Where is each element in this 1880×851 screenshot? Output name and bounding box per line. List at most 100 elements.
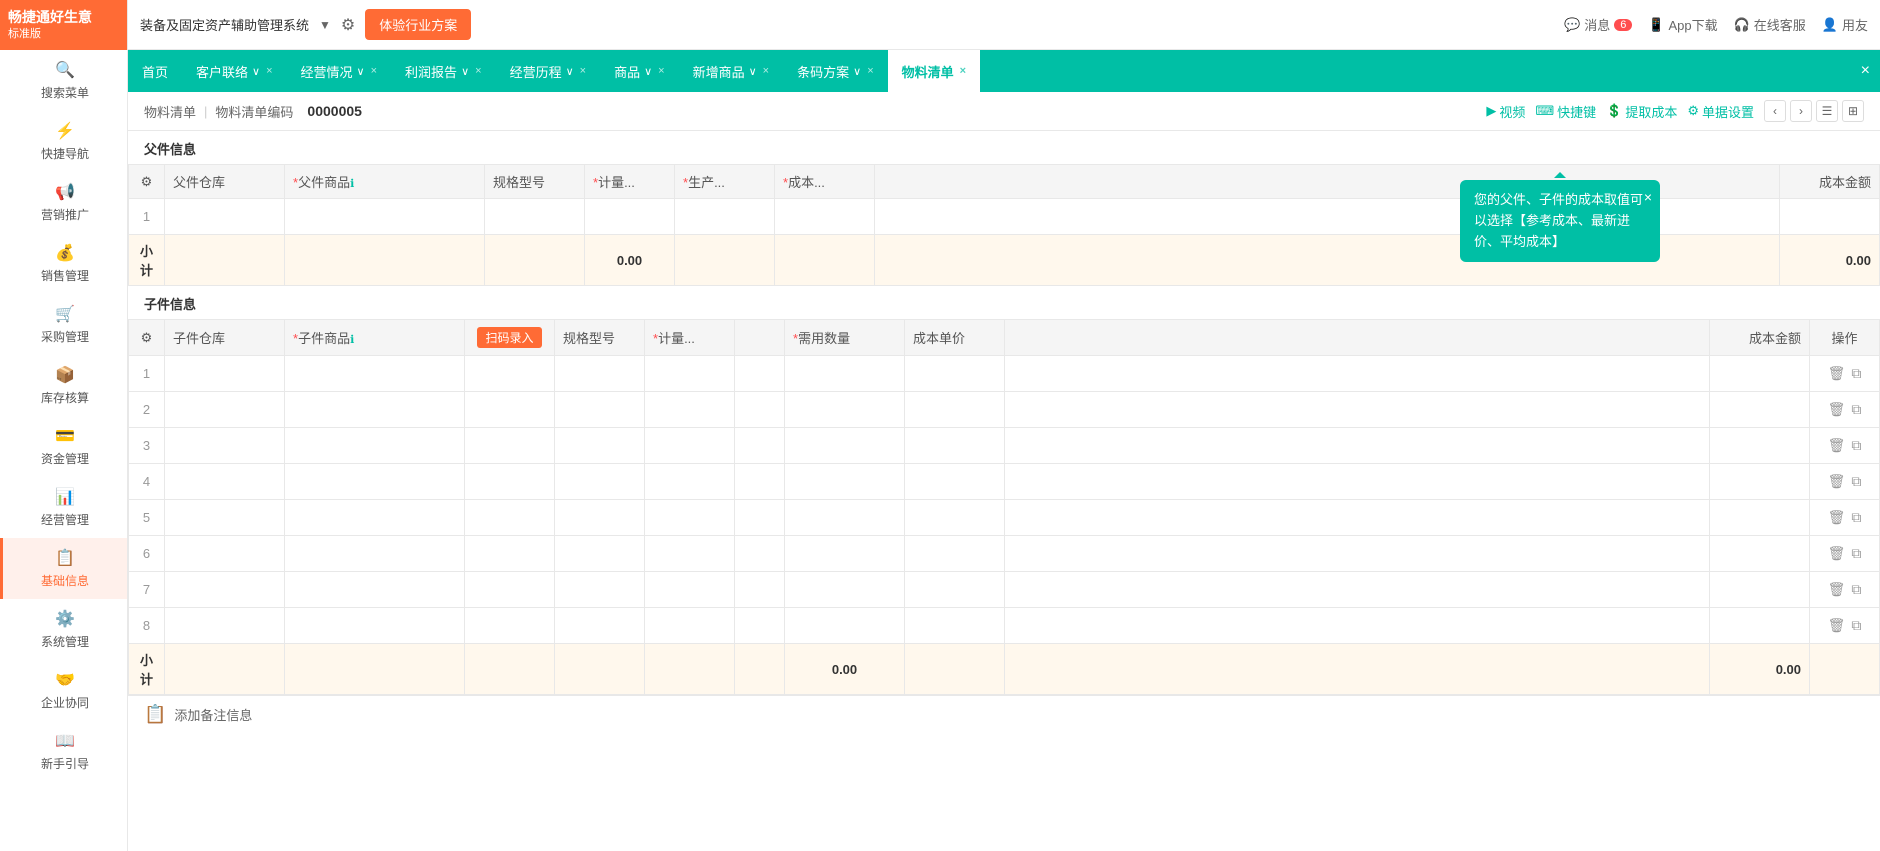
tab-close-barcode[interactable]: ×: [867, 65, 873, 77]
sidebar-item-sales[interactable]: 💰销售管理: [0, 233, 127, 294]
tab-arrow-customer[interactable]: ∨: [252, 65, 260, 78]
delete-icon-2[interactable]: 🗑: [1828, 401, 1846, 418]
child-cell-unit-7[interactable]: [645, 572, 735, 608]
sidebar-item-guide[interactable]: 📖新手引导: [0, 721, 127, 782]
sidebar-item-purchase[interactable]: 🛒采购管理: [0, 294, 127, 355]
tab-operations[interactable]: 经营情况∨×: [287, 50, 392, 92]
sidebar-item-search[interactable]: 🔍搜索菜单: [0, 50, 127, 111]
prev-arrow[interactable]: ‹: [1764, 100, 1786, 122]
delete-icon-1[interactable]: 🗑: [1828, 365, 1846, 382]
child-cell-qty-4[interactable]: [785, 464, 905, 500]
delete-icon-8[interactable]: 🗑: [1828, 617, 1846, 634]
child-cell-warehouse-2[interactable]: [165, 392, 285, 428]
tab-arrow-operations[interactable]: ∨: [357, 65, 365, 78]
child-cell-qty-1[interactable]: [785, 356, 905, 392]
child-cell-warehouse-5[interactable]: [165, 500, 285, 536]
tab-close-operations[interactable]: ×: [371, 65, 377, 77]
sidebar-item-inventory[interactable]: 📦库存核算: [0, 355, 127, 416]
cost-action[interactable]: 💲 提取成本: [1606, 102, 1677, 121]
child-cell-qty-6[interactable]: [785, 536, 905, 572]
shortcut-action[interactable]: ⌨ 快捷键: [1535, 102, 1596, 121]
child-cell-unit-cost-4[interactable]: [905, 464, 1005, 500]
copy-icon-2[interactable]: ⧉: [1851, 401, 1861, 418]
note-label[interactable]: 添加备注信息: [174, 705, 252, 724]
parent-cell-produce-1[interactable]: [675, 199, 775, 235]
child-cell-goods-3[interactable]: [285, 428, 465, 464]
sidebar-item-system[interactable]: ⚙️系统管理: [0, 599, 127, 660]
tab-goods[interactable]: 商品∨×: [600, 50, 679, 92]
child-cell-goods-5[interactable]: [285, 500, 465, 536]
child-cell-unit-2[interactable]: [645, 392, 735, 428]
child-cell-unit-3[interactable]: [645, 428, 735, 464]
parent-cell-unit-1[interactable]: [585, 199, 675, 235]
child-cell-unit-8[interactable]: [645, 608, 735, 644]
child-cell-qty-7[interactable]: [785, 572, 905, 608]
copy-icon-4[interactable]: ⧉: [1851, 473, 1861, 490]
copy-icon-8[interactable]: ⧉: [1851, 617, 1861, 634]
child-cell-unit-cost-2[interactable]: [905, 392, 1005, 428]
child-cell-goods-1[interactable]: [285, 356, 465, 392]
child-cell-scan-4[interactable]: [465, 464, 555, 500]
child-cell-unit-cost-7[interactable]: [905, 572, 1005, 608]
settings-icon[interactable]: ⚙: [141, 174, 153, 189]
child-cell-unit-6[interactable]: [645, 536, 735, 572]
tab-close-profit[interactable]: ×: [475, 65, 481, 77]
tooltip-close-btn[interactable]: ×: [1644, 186, 1652, 208]
child-cell-unit-cost-5[interactable]: [905, 500, 1005, 536]
delete-icon-5[interactable]: 🗑: [1828, 509, 1846, 526]
child-cell-goods-6[interactable]: [285, 536, 465, 572]
child-cell-warehouse-4[interactable]: [165, 464, 285, 500]
video-action[interactable]: ▶ 视频: [1486, 102, 1525, 121]
child-cell-scan-8[interactable]: [465, 608, 555, 644]
parent-cell-cost-1[interactable]: [775, 199, 875, 235]
child-cell-warehouse-8[interactable]: [165, 608, 285, 644]
tab-arrow-profit[interactable]: ∨: [461, 65, 469, 78]
child-cell-scan-1[interactable]: [465, 356, 555, 392]
delete-icon-3[interactable]: 🗑: [1828, 437, 1846, 454]
gear-icon[interactable]: ⚙: [341, 15, 355, 35]
parent-cell-spec-1[interactable]: [485, 199, 585, 235]
child-cell-spec-7[interactable]: [555, 572, 645, 608]
child-cell-spec-6[interactable]: [555, 536, 645, 572]
child-cell-unit-cost-6[interactable]: [905, 536, 1005, 572]
tab-customer[interactable]: 客户联络∨×: [182, 50, 287, 92]
tab-barcode[interactable]: 条码方案∨×: [783, 50, 888, 92]
scan-button[interactable]: 扫码录入: [477, 327, 541, 348]
copy-icon-7[interactable]: ⧉: [1851, 581, 1861, 598]
parent-cell-warehouse-1[interactable]: [165, 199, 285, 235]
tab-arrow-barcode[interactable]: ∨: [853, 65, 861, 78]
tab-arrow-new-goods[interactable]: ∨: [749, 65, 757, 78]
delete-icon-4[interactable]: 🗑: [1828, 473, 1846, 490]
child-cell-goods-8[interactable]: [285, 608, 465, 644]
copy-icon-1[interactable]: ⧉: [1851, 365, 1861, 382]
tab-history[interactable]: 经营历程∨×: [496, 50, 601, 92]
child-cell-unit-5[interactable]: [645, 500, 735, 536]
sidebar-item-marketing[interactable]: 📢营销推广: [0, 172, 127, 233]
tab-arrow-history[interactable]: ∨: [566, 65, 574, 78]
copy-icon-3[interactable]: ⧉: [1851, 437, 1861, 454]
child-cell-goods-7[interactable]: [285, 572, 465, 608]
child-cell-goods-4[interactable]: [285, 464, 465, 500]
tab-bom[interactable]: 物料清单×: [888, 50, 980, 92]
tab-close-new-goods[interactable]: ×: [763, 65, 769, 77]
service-action[interactable]: 🎧 在线客服: [1734, 15, 1806, 34]
child-cell-warehouse-6[interactable]: [165, 536, 285, 572]
child-cell-warehouse-1[interactable]: [165, 356, 285, 392]
child-cell-spec-1[interactable]: [555, 356, 645, 392]
message-action[interactable]: 💬 消息 6: [1564, 15, 1632, 34]
child-cell-unit-1[interactable]: [645, 356, 735, 392]
sidebar-item-enterprise[interactable]: 🤝企业协同: [0, 660, 127, 721]
tab-close-bom[interactable]: ×: [960, 65, 966, 77]
app-download-action[interactable]: 📱 App下载: [1648, 15, 1717, 34]
child-cell-goods-2[interactable]: [285, 392, 465, 428]
child-cell-scan-5[interactable]: [465, 500, 555, 536]
child-cell-qty-5[interactable]: [785, 500, 905, 536]
child-cell-warehouse-3[interactable]: [165, 428, 285, 464]
child-cell-scan-7[interactable]: [465, 572, 555, 608]
child-cell-scan-2[interactable]: [465, 392, 555, 428]
tab-close-goods[interactable]: ×: [658, 65, 664, 77]
next-arrow[interactable]: ›: [1790, 100, 1812, 122]
delete-icon-6[interactable]: 🗑: [1828, 545, 1846, 562]
child-cell-spec-4[interactable]: [555, 464, 645, 500]
tab-home[interactable]: 首页: [128, 50, 182, 92]
